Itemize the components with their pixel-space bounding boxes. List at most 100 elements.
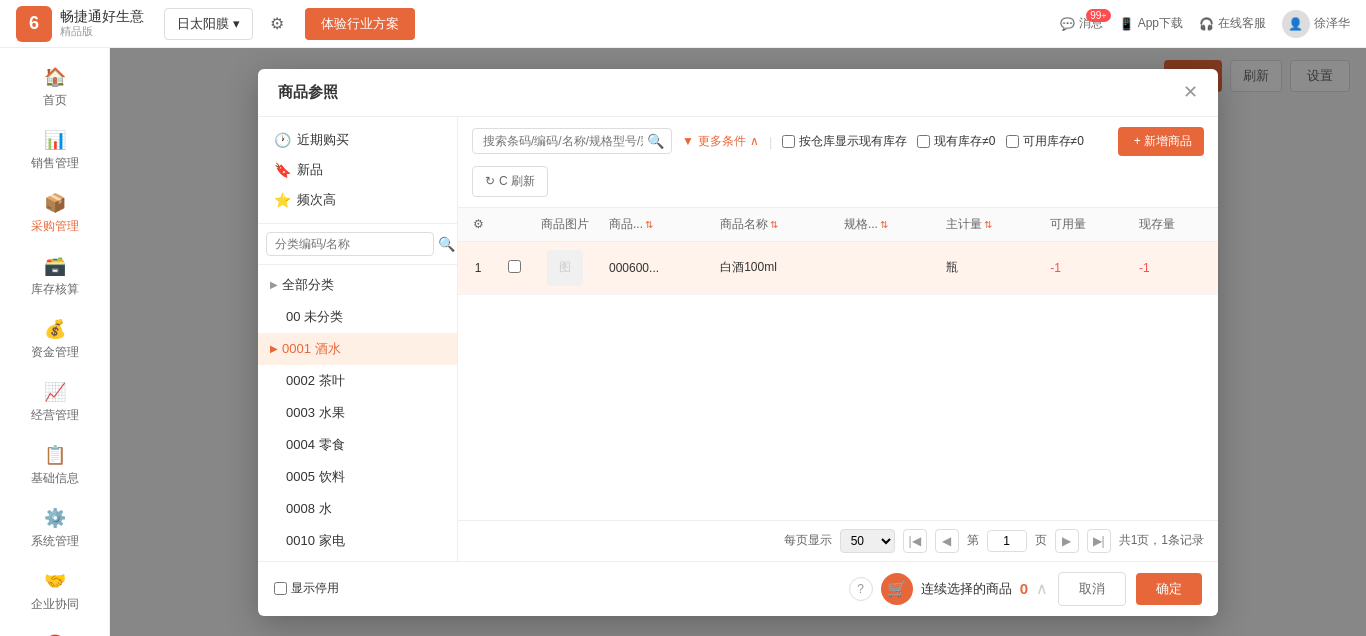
modal-left-panel: 🕐 近期购买 🔖 新品 ⭐ 频次高 (258, 117, 458, 561)
sidebar-item-basic[interactable]: 📋 基础信息 (0, 434, 109, 497)
finance-icon: 💰 (44, 318, 66, 340)
product-search-input[interactable] (472, 128, 672, 154)
product-search-wrap: 🔍 (472, 128, 672, 154)
search-icon[interactable]: 🔍 (438, 236, 455, 252)
per-page-select[interactable]: 50 100 200 (840, 529, 895, 553)
sidebar-item-collab[interactable]: 🤝 企业协同 (0, 560, 109, 623)
th-unit[interactable]: 主计量⇅ (936, 208, 1041, 242)
app-download-nav-item[interactable]: 📱 App下载 (1119, 15, 1183, 32)
tab-recent-purchase[interactable]: 🕐 近期购买 (266, 125, 449, 155)
expand-icon: ▶ (270, 279, 278, 290)
sidebar-label-basic: 基础信息 (31, 470, 79, 487)
category-search-input[interactable] (266, 232, 434, 256)
per-page-label: 每页显示 (784, 532, 832, 549)
modal-overlay: 商品参照 ✕ 🕐 近期购买 🔖 (110, 48, 1366, 636)
product-image-placeholder: 图 (547, 250, 583, 286)
th-name[interactable]: 商品名称⇅ (710, 208, 834, 242)
checkbox-available-stock[interactable]: 可用库存≠0 (1006, 133, 1084, 150)
cart-icon[interactable]: 🛒 (881, 573, 913, 605)
purchase-icon: 📦 (44, 192, 66, 214)
page-current-input[interactable] (987, 530, 1027, 552)
category-list: ▶ 全部分类 00 未分类 ▶ 0001 酒水 (258, 265, 457, 561)
category-water[interactable]: 0008 水 (258, 493, 457, 525)
th-stock: 现存量 (1129, 208, 1218, 242)
tab-new-products[interactable]: 🔖 新品 (266, 155, 449, 185)
filter-icon: ▼ (682, 134, 694, 148)
help-icon[interactable]: ? (849, 577, 873, 601)
sidebar-item-home[interactable]: 🏠 首页 (0, 56, 109, 119)
sidebar-item-finance[interactable]: 💰 资金管理 (0, 308, 109, 371)
modal-header: 商品参照 ✕ (258, 69, 1218, 117)
page-first-button[interactable]: |◀ (903, 529, 927, 553)
more-conditions-button[interactable]: ▼ 更多条件 ∧ (682, 133, 759, 150)
filter-bar: 🔍 ▼ 更多条件 ∧ | 按仓库显示现有库存 (458, 117, 1218, 208)
table-row[interactable]: 1 图 000600... 白酒100ml 瓶 (458, 241, 1218, 294)
trial-button[interactable]: 体验行业方案 (305, 8, 415, 40)
sidebar-label-finance: 资金管理 (31, 344, 79, 361)
sidebar-item-stock[interactable]: 🗃️ 库存核算 (0, 245, 109, 308)
add-product-button[interactable]: + 新增商品 (1118, 127, 1204, 156)
th-image: 商品图片 (531, 208, 599, 242)
sidebar-item-guide[interactable]: 🎯 新手引导 (0, 623, 109, 636)
page-last-button[interactable]: ▶| (1087, 529, 1111, 553)
cell-stock: -1 (1129, 241, 1218, 294)
tab-high-frequency[interactable]: ⭐ 频次高 (266, 185, 449, 215)
sidebar-label-collab: 企业协同 (31, 596, 79, 613)
avatar: 👤 (1282, 10, 1310, 38)
operations-icon: 📈 (44, 381, 66, 403)
page-next-button[interactable]: ▶ (1055, 529, 1079, 553)
logo-area: 6 畅捷通好生意 精品版 (16, 6, 144, 42)
cart-label: 连续选择的商品 (921, 580, 1012, 598)
category-snacks[interactable]: 0004 零食 (258, 429, 457, 461)
refresh-modal-button[interactable]: ↻ C 刷新 (472, 166, 548, 197)
sidebar-item-operations[interactable]: 📈 经营管理 (0, 371, 109, 434)
sidebar-item-purchase[interactable]: 📦 采购管理 (0, 182, 109, 245)
page-label-current: 第 (967, 532, 979, 549)
cart-collapse-icon[interactable]: ∧ (1036, 579, 1048, 598)
logo-icon: 6 (16, 6, 52, 42)
message-badge: 99+ (1086, 9, 1110, 22)
category-all[interactable]: ▶ 全部分类 (258, 269, 457, 301)
sidebar-label-system: 系统管理 (31, 533, 79, 550)
cell-code: 000600... (599, 241, 710, 294)
modal-close-button[interactable]: ✕ (1183, 83, 1198, 101)
cell-num: 1 (458, 241, 498, 294)
sidebar: 🏠 首页 📊 销售管理 📦 采购管理 🗃️ 库存核算 💰 资金管理 📈 经营管理… (0, 48, 110, 636)
settings-icon[interactable]: ⚙ (261, 8, 293, 40)
category-unclassified[interactable]: 00 未分类 (258, 301, 457, 333)
main-layout: 🏠 首页 📊 销售管理 📦 采购管理 🗃️ 库存核算 💰 资金管理 📈 经营管理… (0, 48, 1366, 636)
main-content: 查询 刷新 设置 商品参照 ✕ 🕐 (110, 48, 1366, 636)
checkbox-stock-by-warehouse[interactable]: 按仓库显示现有库存 (782, 133, 907, 150)
confirm-button[interactable]: 确定 (1136, 573, 1202, 605)
category-beverages[interactable]: 0005 饮料 (258, 461, 457, 493)
modal-title: 商品参照 (278, 83, 338, 102)
sidebar-item-sales[interactable]: 📊 销售管理 (0, 119, 109, 182)
category-tea[interactable]: 0002 茶叶 (258, 365, 457, 397)
category-alcohol[interactable]: ▶ 0001 酒水 (258, 333, 457, 365)
checkbox-current-stock[interactable]: 现有库存≠0 (917, 133, 995, 150)
chevron-down-icon: ▾ (233, 16, 240, 31)
th-spec[interactable]: 规格...⇅ (834, 208, 936, 242)
category-appliances[interactable]: 0010 家电 (258, 525, 457, 557)
th-code[interactable]: 商品...⇅ (599, 208, 710, 242)
cell-checkbox[interactable] (498, 241, 531, 294)
cancel-button[interactable]: 取消 (1058, 572, 1126, 606)
cell-img: 图 (531, 241, 599, 294)
modal-body: 🕐 近期购买 🔖 新品 ⭐ 频次高 (258, 117, 1218, 561)
sidebar-item-system[interactable]: ⚙️ 系统管理 (0, 497, 109, 560)
user-nav-item[interactable]: 👤 徐泽华 (1282, 10, 1350, 38)
show-disabled-checkbox[interactable]: 显示停用 (274, 580, 339, 597)
page-prev-button[interactable]: ◀ (935, 529, 959, 553)
stock-icon: 🗃️ (44, 255, 66, 277)
sidebar-label-home: 首页 (43, 92, 67, 109)
nav-dropdown[interactable]: 日太阳膜 ▾ (164, 8, 253, 40)
messages-nav-item[interactable]: 💬 消息 99+ (1060, 15, 1103, 32)
th-settings[interactable]: ⚙ (458, 208, 498, 242)
category-fruit[interactable]: 0003 水果 (258, 397, 457, 429)
cell-spec (834, 241, 936, 294)
search-main-icon[interactable]: 🔍 (647, 133, 664, 149)
cell-unit: 瓶 (936, 241, 1041, 294)
th-checkbox (498, 208, 531, 242)
support-nav-item[interactable]: 🎧 在线客服 (1199, 15, 1266, 32)
home-icon: 🏠 (44, 66, 66, 88)
